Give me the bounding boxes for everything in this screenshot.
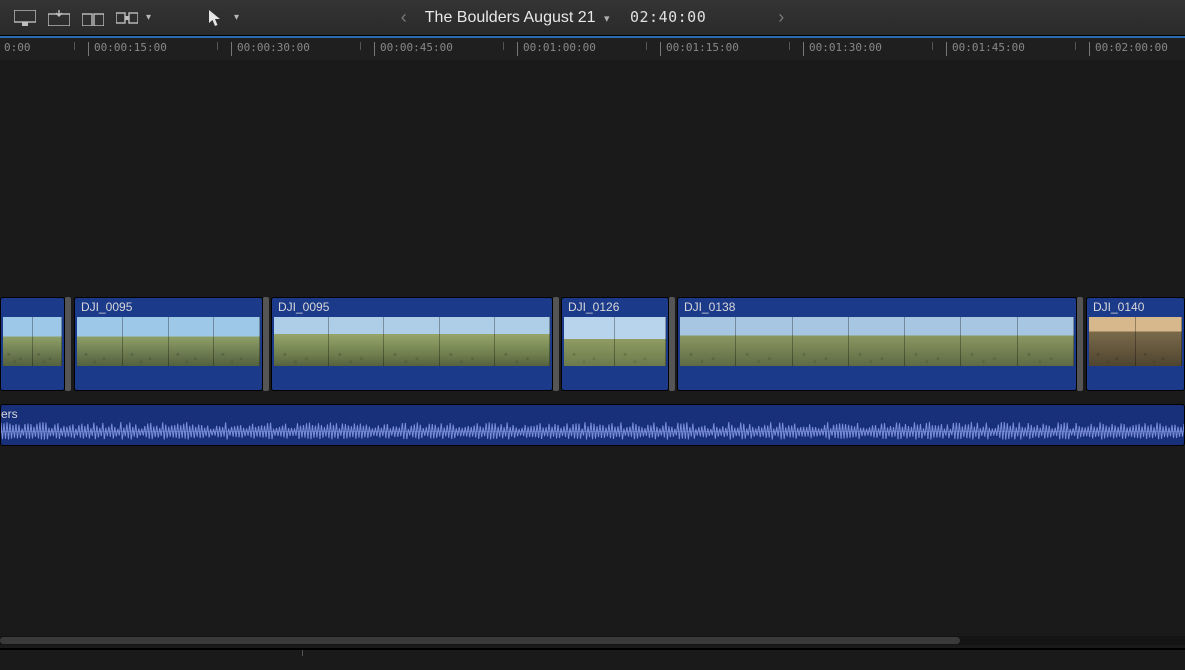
clip-tools-dropdown-icon[interactable]: ▾ [146, 12, 156, 23]
select-tool-dropdown-icon[interactable]: ▾ [234, 12, 244, 23]
clip-thumbnail [1018, 317, 1074, 366]
clip-label: DJI_0140 [1093, 300, 1144, 314]
horizontal-scrollbar[interactable] [0, 636, 1185, 645]
clip-thumbnail [564, 317, 615, 366]
timeline-body[interactable]: DJI_0095 DJI_0095 DJI_0126 DJI_0138 DJI_0140… [0, 60, 1185, 630]
clip-thumbnail [384, 317, 439, 366]
clip-edge-handle[interactable] [1077, 297, 1083, 391]
clip-thumbnail [736, 317, 792, 366]
video-clip[interactable]: DJI_0095 [271, 297, 553, 391]
video-clip[interactable]: DJI_0095 [74, 297, 263, 391]
ruler-tick-label: 00:01:45:00 [952, 41, 1025, 54]
horizontal-scrollbar-thumb[interactable] [0, 637, 960, 644]
ruler-tick-label: 00:00:45:00 [380, 41, 453, 54]
audio-waveform [1, 421, 1184, 445]
ruler-tick-label: 00:01:30:00 [809, 41, 882, 54]
clip-thumbnail [961, 317, 1017, 366]
clip-label: DJI_0095 [278, 300, 329, 314]
ruler-tick-label: 00:00:30:00 [237, 41, 310, 54]
clip-thumbnail [77, 317, 123, 366]
audio-clip[interactable]: ers [0, 404, 1185, 446]
clip-thumbnail [680, 317, 736, 366]
toolbar-left-group: ▾ ▾ [0, 9, 244, 27]
clip-thumbnail [123, 317, 169, 366]
clip-thumbnail [1136, 317, 1183, 366]
prev-project-button[interactable]: ‹ [395, 7, 413, 28]
clip-thumbnail [793, 317, 849, 366]
clip-filmstrip [680, 317, 1074, 366]
clip-filmstrip [1089, 317, 1182, 366]
bottom-mark [302, 650, 303, 656]
clip-thumbnail [274, 317, 329, 366]
ruler-tick-label: 00:01:00:00 [523, 41, 596, 54]
timeline-toolbar: ▾ ▾ ‹ The Boulders August 21 ▾ 02:40:00 … [0, 0, 1185, 36]
clip-edge-handle[interactable] [65, 297, 71, 391]
ruler-tick-label: 00:00:15:00 [94, 41, 167, 54]
playhead-timecode[interactable]: 02:40:00 [630, 8, 706, 26]
video-clip[interactable]: DJI_0140 [1086, 297, 1185, 391]
clip-edge-handle[interactable] [669, 297, 675, 391]
toolbar-center: ‹ The Boulders August 21 ▾ 02:40:00 › [395, 7, 790, 28]
append-clip-icon[interactable] [48, 9, 70, 27]
clip-edge-handle[interactable] [263, 297, 269, 391]
clip-thumbnail [905, 317, 961, 366]
next-project-button[interactable]: › [772, 7, 790, 28]
timeline-ruler[interactable]: 0:00 00:00:15:00 00:00:30:00 00:00:45:00 00:… [0, 38, 1185, 60]
clip-thumbnail [849, 317, 905, 366]
project-title-dropdown-icon[interactable]: ▾ [604, 13, 610, 25]
video-clip[interactable]: DJI_0138 [677, 297, 1077, 391]
select-tool-icon[interactable] [204, 9, 226, 27]
clip-thumbnail [3, 317, 33, 366]
clip-thumbnail [495, 317, 550, 366]
bottom-divider [0, 648, 1185, 650]
clip-label: DJI_0138 [684, 300, 735, 314]
clip-thumbnail [615, 317, 666, 366]
clip-thumbnail [1089, 317, 1136, 366]
project-title[interactable]: The Boulders August 21 [425, 9, 596, 26]
clip-filmstrip [564, 317, 666, 366]
clip-thumbnail [33, 317, 63, 366]
video-track: DJI_0095 DJI_0095 DJI_0126 DJI_0138 DJI_0140 [0, 297, 1185, 391]
clip-thumbnail [214, 317, 260, 366]
clip-filmstrip [3, 317, 62, 366]
overwrite-clip-icon[interactable] [82, 9, 104, 27]
connect-clip-icon[interactable] [116, 9, 138, 27]
clip-filmstrip [77, 317, 260, 366]
clip-label: DJI_0126 [568, 300, 619, 314]
video-clip[interactable] [0, 297, 65, 391]
clip-edge-handle[interactable] [553, 297, 559, 391]
ruler-tick-label: 00:01:15:00 [666, 41, 739, 54]
clip-label: DJI_0095 [81, 300, 132, 314]
clip-thumbnail [329, 317, 384, 366]
ruler-tick-label: 0:00 [4, 41, 31, 54]
video-clip[interactable]: DJI_0126 [561, 297, 669, 391]
clip-thumbnail [169, 317, 215, 366]
insert-clip-icon[interactable] [14, 9, 36, 27]
ruler-tick-label: 00:02:00:00 [1095, 41, 1168, 54]
clip-filmstrip [274, 317, 550, 366]
audio-clip-label: ers [1, 407, 18, 421]
clip-thumbnail [440, 317, 495, 366]
